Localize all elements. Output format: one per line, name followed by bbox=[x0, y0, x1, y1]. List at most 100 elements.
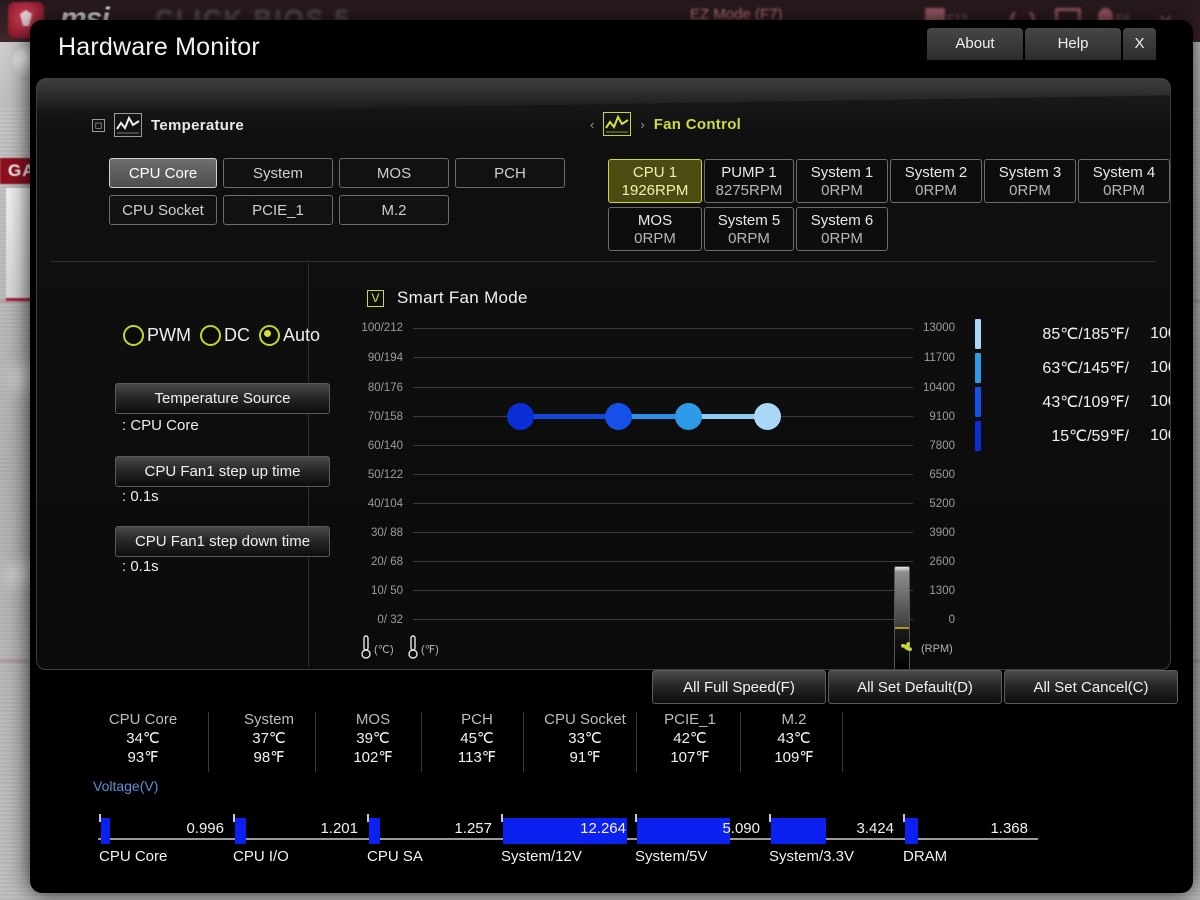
temp-separator bbox=[842, 712, 843, 772]
legend-pct: 100% bbox=[1129, 325, 1171, 343]
y-tick-left: 80/176 bbox=[325, 382, 403, 394]
curve-point-2[interactable] bbox=[605, 403, 632, 430]
about-button[interactable]: About bbox=[927, 28, 1023, 60]
voltage-bar bbox=[905, 818, 918, 844]
help-button[interactable]: Help bbox=[1025, 28, 1121, 60]
temp-readout-system: System 37℃ 98℉ bbox=[214, 710, 324, 767]
temp-readout-celsius: 34℃ bbox=[84, 729, 202, 748]
curve-point-1[interactable] bbox=[507, 403, 534, 430]
voltage-section-title: Voltage(V) bbox=[93, 778, 158, 794]
y-tick-left: 40/104 bbox=[325, 498, 403, 510]
legend-pct: 100% bbox=[1129, 427, 1171, 445]
y-tick-left: 20/ 68 bbox=[325, 556, 403, 568]
action-bar: All Full Speed(F) All Set Default(D) All… bbox=[36, 670, 1169, 710]
y-tick-right: 2600 bbox=[893, 556, 955, 568]
all-set-cancel-button[interactable]: All Set Cancel(C) bbox=[1004, 670, 1178, 704]
voltage-value: 1.257 bbox=[392, 820, 492, 837]
thermometer-icon bbox=[361, 635, 370, 657]
temp-readout-celsius: 45℃ bbox=[427, 729, 527, 748]
curve-point-3[interactable] bbox=[675, 403, 702, 430]
temp-readout-cpu-socket: CPU Socket 33℃ 91℉ bbox=[526, 710, 644, 767]
voltage-value: 1.201 bbox=[258, 820, 358, 837]
legend-temp: 63℃/145℉/ bbox=[981, 358, 1129, 378]
temp-separator bbox=[421, 712, 422, 772]
temp-readout-celsius: 37℃ bbox=[214, 729, 324, 748]
thermometer-icon-f bbox=[408, 635, 417, 657]
y-tick-right: 10400 bbox=[893, 382, 955, 394]
legend-pct: 100% bbox=[1129, 393, 1171, 411]
y-tick-right: 13000 bbox=[893, 322, 955, 334]
y-tick-right: 3900 bbox=[893, 527, 955, 539]
temp-readout-fahrenheit: 102℉ bbox=[321, 748, 425, 767]
temp-separator bbox=[208, 712, 209, 772]
y-tick-right: 6500 bbox=[893, 469, 955, 481]
legend-temp: 15℃/59℉/ bbox=[981, 426, 1129, 446]
temp-readout-name: M.2 bbox=[744, 710, 844, 729]
gridline bbox=[413, 532, 913, 533]
temp-readout-celsius: 33℃ bbox=[526, 729, 644, 748]
voltage-bar bbox=[101, 818, 110, 844]
y-tick-right: 1300 bbox=[893, 585, 955, 597]
temp-readout-celsius: 39℃ bbox=[321, 729, 425, 748]
voltage-value: 1.368 bbox=[928, 820, 1028, 837]
close-button[interactable]: X bbox=[1123, 28, 1156, 60]
page-title: Hardware Monitor bbox=[58, 33, 260, 62]
y-tick-right: 9100 bbox=[893, 411, 955, 423]
voltage-label: CPU Core bbox=[99, 848, 167, 865]
y-tick-left: 10/ 50 bbox=[325, 585, 403, 597]
temp-separator bbox=[315, 712, 316, 772]
voltage-value: 5.090 bbox=[660, 820, 760, 837]
temp-separator bbox=[636, 712, 637, 772]
temp-readout-pcie-1: PCIE_1 42℃ 107℉ bbox=[640, 710, 740, 767]
y-tick-right: 7800 bbox=[893, 440, 955, 452]
gridline bbox=[413, 619, 913, 620]
temp-readout-mos: MOS 39℃ 102℉ bbox=[321, 710, 425, 767]
y-tick-left: 0/ 32 bbox=[325, 614, 403, 626]
gridline bbox=[413, 474, 913, 475]
legend-row-2: 63℃/145℉/ 100% bbox=[975, 353, 1171, 383]
all-set-default-button[interactable]: All Set Default(D) bbox=[828, 670, 1002, 704]
window-buttons: About Help X bbox=[925, 28, 1156, 60]
voltage-value: 0.996 bbox=[124, 820, 224, 837]
fahrenheit-unit-label: (℉) bbox=[421, 643, 439, 656]
y-tick-right: 0 bbox=[893, 614, 955, 626]
voltage-label: System/5V bbox=[635, 848, 708, 865]
gridline bbox=[413, 445, 913, 446]
gridline bbox=[413, 328, 913, 329]
window-titlebar: Hardware Monitor About Help X bbox=[30, 20, 1193, 78]
gridline bbox=[413, 387, 913, 388]
gridline bbox=[413, 357, 913, 358]
temp-readout-cpu-core: CPU Core 34℃ 93℉ bbox=[84, 710, 202, 767]
temp-readout-name: CPU Socket bbox=[526, 710, 644, 729]
all-full-speed-button[interactable]: All Full Speed(F) bbox=[652, 670, 826, 704]
y-tick-left: 30/ 88 bbox=[325, 527, 403, 539]
y-tick-left: 90/194 bbox=[325, 352, 403, 364]
temp-readout-fahrenheit: 93℉ bbox=[84, 748, 202, 767]
temp-readout-fahrenheit: 107℉ bbox=[640, 748, 740, 767]
temp-separator bbox=[523, 712, 524, 772]
celsius-unit-label: (℃) bbox=[374, 643, 394, 656]
rpm-unit-label: (RPM) bbox=[921, 643, 953, 655]
temp-separator bbox=[740, 712, 741, 772]
temp-readout-fahrenheit: 109℉ bbox=[744, 748, 844, 767]
y-tick-right: 11700 bbox=[893, 352, 955, 364]
temp-readout-fahrenheit: 113℉ bbox=[427, 748, 527, 767]
voltage-section: Voltage(V) 0.996 CPU Core 1.201 CPU I/O … bbox=[36, 776, 1169, 886]
legend-row-1: 85℃/185℉/ 100% bbox=[975, 319, 1171, 349]
voltage-value: 12.264 bbox=[526, 820, 626, 837]
voltage-label: CPU I/O bbox=[233, 848, 289, 865]
curve-point-4[interactable] bbox=[754, 403, 781, 430]
monitor-inner-panel: ◻ Temperature CPU Core System MOS PCH CP… bbox=[36, 78, 1171, 670]
temp-readout-celsius: 42℃ bbox=[640, 729, 740, 748]
voltage-label: DRAM bbox=[903, 848, 947, 865]
temp-readout-name: PCH bbox=[427, 710, 527, 729]
y-tick-right: 5200 bbox=[893, 498, 955, 510]
temp-readout-pch: PCH 45℃ 113℉ bbox=[427, 710, 527, 767]
y-tick-left: 100/212 bbox=[325, 322, 403, 334]
gridline bbox=[413, 590, 913, 591]
voltage-label: System/12V bbox=[501, 848, 582, 865]
voltage-bar bbox=[235, 818, 246, 844]
legend-row-4: 15℃/59℉/ 100% bbox=[975, 421, 1171, 451]
voltage-label: System/3.3V bbox=[769, 848, 854, 865]
y-tick-left: 60/140 bbox=[325, 440, 403, 452]
